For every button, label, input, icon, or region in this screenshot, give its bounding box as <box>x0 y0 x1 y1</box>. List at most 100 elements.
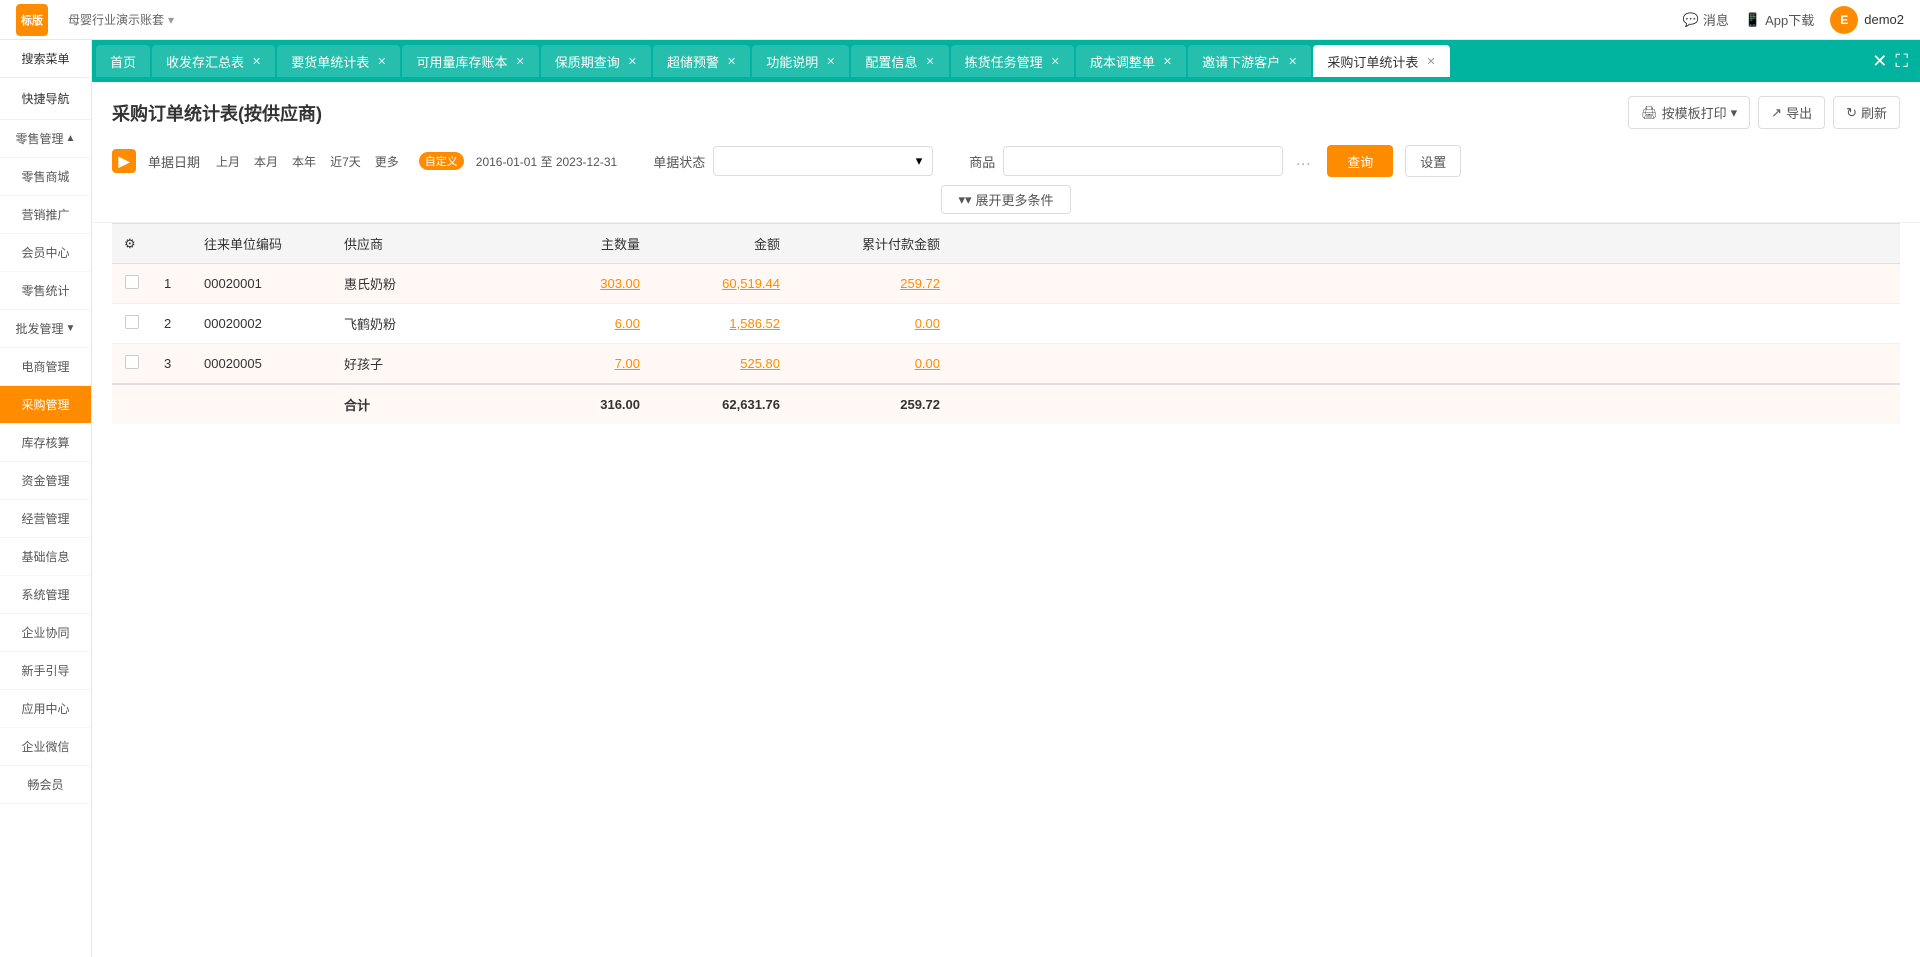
sidebar-item-quick-nav[interactable]: 快捷导航 <box>0 78 91 120</box>
date-shortcut-more[interactable]: 更多 <box>371 151 403 172</box>
tab-overstock-close-icon[interactable]: ✕ <box>727 55 736 68</box>
tab-config-close-icon[interactable]: ✕ <box>925 55 934 68</box>
row-amount-link[interactable]: 525.80 <box>740 356 780 371</box>
tab-invite-customer[interactable]: 邀请下游客户 ✕ <box>1188 45 1311 77</box>
date-shortcut-this-year[interactable]: 本年 <box>288 151 320 172</box>
sidebar-item-wholesale[interactable]: 批发管理 ▼ <box>0 310 91 348</box>
filter-product-more-button[interactable]: … <box>1291 152 1315 170</box>
tab-cost-adjust-label: 成本调整单 <box>1090 52 1155 71</box>
purchase-order-table: ⚙ 往来单位编码 供应商 主数量 金额 累计付款金额 <box>112 223 1900 424</box>
row-paid-link[interactable]: 0.00 <box>915 316 940 331</box>
footer-label-cell: 合计 <box>332 384 532 424</box>
search-button[interactable]: 查询 <box>1327 145 1393 177</box>
sidebar-item-retail-mgmt[interactable]: 零售管理 ▲ <box>0 120 91 158</box>
row-code: 00020001 <box>192 264 332 304</box>
filter-date-shortcuts: 上月 本月 本年 近7天 更多 <box>212 151 403 172</box>
sidebar-item-guide[interactable]: 新手引导 <box>0 652 91 690</box>
tab-home[interactable]: 首页 <box>96 45 150 77</box>
filter-product-label: 商品 <box>969 152 995 171</box>
tab-function-guide-close-icon[interactable]: ✕ <box>826 55 835 68</box>
sidebar-item-search[interactable]: 搜索菜单 <box>0 40 91 78</box>
custom-date-badge: 自定义 <box>419 152 464 170</box>
row-checkbox[interactable] <box>112 264 152 304</box>
print-button[interactable]: 🖨 按模板打印 ▾ <box>1628 96 1750 129</box>
tab-available-stock-close-icon[interactable]: ✕ <box>516 55 525 68</box>
tab-receive-summary-close-icon[interactable]: ✕ <box>252 55 261 68</box>
sidebar-item-app-center[interactable]: 应用中心 <box>0 690 91 728</box>
row-checkbox[interactable] <box>112 304 152 344</box>
filter-product-input[interactable] <box>1003 146 1283 176</box>
user-menu[interactable]: E demo2 <box>1830 6 1904 34</box>
sidebar-item-basic-info[interactable]: 基础信息 <box>0 538 91 576</box>
filter-row: ▶ 单据日期 上月 本月 本年 近7天 更多 自定义 2016-01-01 至 … <box>112 145 1900 177</box>
tab-cost-adjust-close-icon[interactable]: ✕ <box>1163 55 1172 68</box>
tab-config[interactable]: 配置信息 ✕ <box>851 45 948 77</box>
row-supplier: 飞鹤奶粉 <box>332 304 532 344</box>
sidebar-item-ecommerce[interactable]: 电商管理 <box>0 348 91 386</box>
sidebar-item-system[interactable]: 系统管理 <box>0 576 91 614</box>
tab-fullscreen-button[interactable]: ⛶ <box>1895 52 1908 70</box>
filter-toggle-button[interactable]: ▶ <box>112 149 136 173</box>
table-row[interactable]: 2 00020002 飞鹤奶粉 6.00 1,586.52 0.00 <box>112 304 1900 344</box>
date-shortcut-7days[interactable]: 近7天 <box>326 151 365 172</box>
tab-order-stats-close-icon[interactable]: ✕ <box>377 55 386 68</box>
app-download-button[interactable]: 📱 App下载 <box>1745 10 1814 29</box>
sidebar-item-purchase[interactable]: 采购管理 <box>0 386 91 424</box>
expand-more-row: ▾▾ 展开更多条件 <box>112 185 1900 214</box>
filter-status-select[interactable]: ▾ <box>713 146 933 176</box>
table-row[interactable]: 1 00020001 惠氏奶粉 303.00 60,519.44 259.72 <box>112 264 1900 304</box>
tab-close-button[interactable]: ✕ <box>1872 52 1887 70</box>
row-qty-link[interactable]: 6.00 <box>615 316 640 331</box>
sidebar-item-retail-stats[interactable]: 零售统计 <box>0 272 91 310</box>
sidebar-item-enterprise[interactable]: 企业协同 <box>0 614 91 652</box>
export-button[interactable]: ↗ 导出 <box>1758 96 1825 129</box>
col-header-amount: 金额 <box>652 224 792 264</box>
tab-overstock[interactable]: 超储预警 ✕ <box>653 45 750 77</box>
tab-cost-adjust[interactable]: 成本调整单 ✕ <box>1076 45 1186 77</box>
tab-expiry[interactable]: 保质期查询 ✕ <box>541 45 651 77</box>
filter-status-arrow-icon: ▾ <box>916 153 923 169</box>
sidebar-item-member2[interactable]: 畅会员 <box>0 766 91 804</box>
tab-purchase-order-stats-close-icon[interactable]: ✕ <box>1426 55 1435 68</box>
sidebar-item-inventory[interactable]: 库存核算 <box>0 424 91 462</box>
row-qty-link[interactable]: 303.00 <box>600 276 640 291</box>
tab-receive-summary[interactable]: 收发存汇总表 ✕ <box>152 45 275 77</box>
row-amount-link[interactable]: 60,519.44 <box>722 276 780 291</box>
tab-expiry-close-icon[interactable]: ✕ <box>628 55 637 68</box>
breadcrumb[interactable]: 母婴行业演示账套 ▾ <box>68 11 174 28</box>
tab-pick-task[interactable]: 拣货任务管理 ✕ <box>951 45 1074 77</box>
sidebar-item-wechat[interactable]: 企业微信 <box>0 728 91 766</box>
tab-function-guide[interactable]: 功能说明 ✕ <box>752 45 849 77</box>
row-paid-link[interactable]: 0.00 <box>915 356 940 371</box>
refresh-button[interactable]: ↻ 刷新 <box>1833 96 1900 129</box>
tab-purchase-order-stats[interactable]: 采购订单统计表 ✕ <box>1313 45 1449 77</box>
table-header-row: ⚙ 往来单位编码 供应商 主数量 金额 累计付款金额 <box>112 224 1900 264</box>
row-checkbox[interactable] <box>112 344 152 385</box>
message-label: 消息 <box>1703 10 1729 29</box>
sidebar-item-member[interactable]: 会员中心 <box>0 234 91 272</box>
sidebar-search-label[interactable]: 搜索菜单 <box>8 50 83 67</box>
settings-button[interactable]: 设置 <box>1405 145 1461 177</box>
topbar-left: 标版 母婴行业演示账套 ▾ <box>16 4 174 36</box>
date-shortcut-last-month[interactable]: 上月 <box>212 151 244 172</box>
sidebar-item-marketing[interactable]: 营销推广 <box>0 196 91 234</box>
sidebar-item-finance[interactable]: 资金管理 <box>0 462 91 500</box>
table-row[interactable]: 3 00020005 好孩子 7.00 525.80 0.00 <box>112 344 1900 385</box>
tab-available-stock[interactable]: 可用量库存账本 ✕ <box>402 45 538 77</box>
date-shortcut-this-month[interactable]: 本月 <box>250 151 282 172</box>
sidebar-quicknav-label[interactable]: 快捷导航 <box>0 84 91 113</box>
page-header: 采购订单统计表(按供应商) 🖨 按模板打印 ▾ ↗ 导出 ↻ 刷新 <box>92 82 1920 137</box>
tab-pick-task-close-icon[interactable]: ✕ <box>1051 55 1060 68</box>
sidebar-item-retail-shop[interactable]: 零售商城 <box>0 158 91 196</box>
tab-function-guide-label: 功能说明 <box>766 52 818 71</box>
table-settings-icon[interactable]: ⚙ <box>124 236 140 252</box>
sidebar-enterprise-label: 企业协同 <box>21 626 69 640</box>
tab-invite-customer-close-icon[interactable]: ✕ <box>1288 55 1297 68</box>
row-paid-link[interactable]: 259.72 <box>900 276 940 291</box>
expand-more-button[interactable]: ▾▾ 展开更多条件 <box>941 185 1070 214</box>
tab-order-stats[interactable]: 要货单统计表 ✕ <box>277 45 400 77</box>
sidebar-item-operations[interactable]: 经营管理 <box>0 500 91 538</box>
row-qty-link[interactable]: 7.00 <box>615 356 640 371</box>
row-amount-link[interactable]: 1,586.52 <box>729 316 780 331</box>
message-button[interactable]: 💬 消息 <box>1683 10 1729 29</box>
